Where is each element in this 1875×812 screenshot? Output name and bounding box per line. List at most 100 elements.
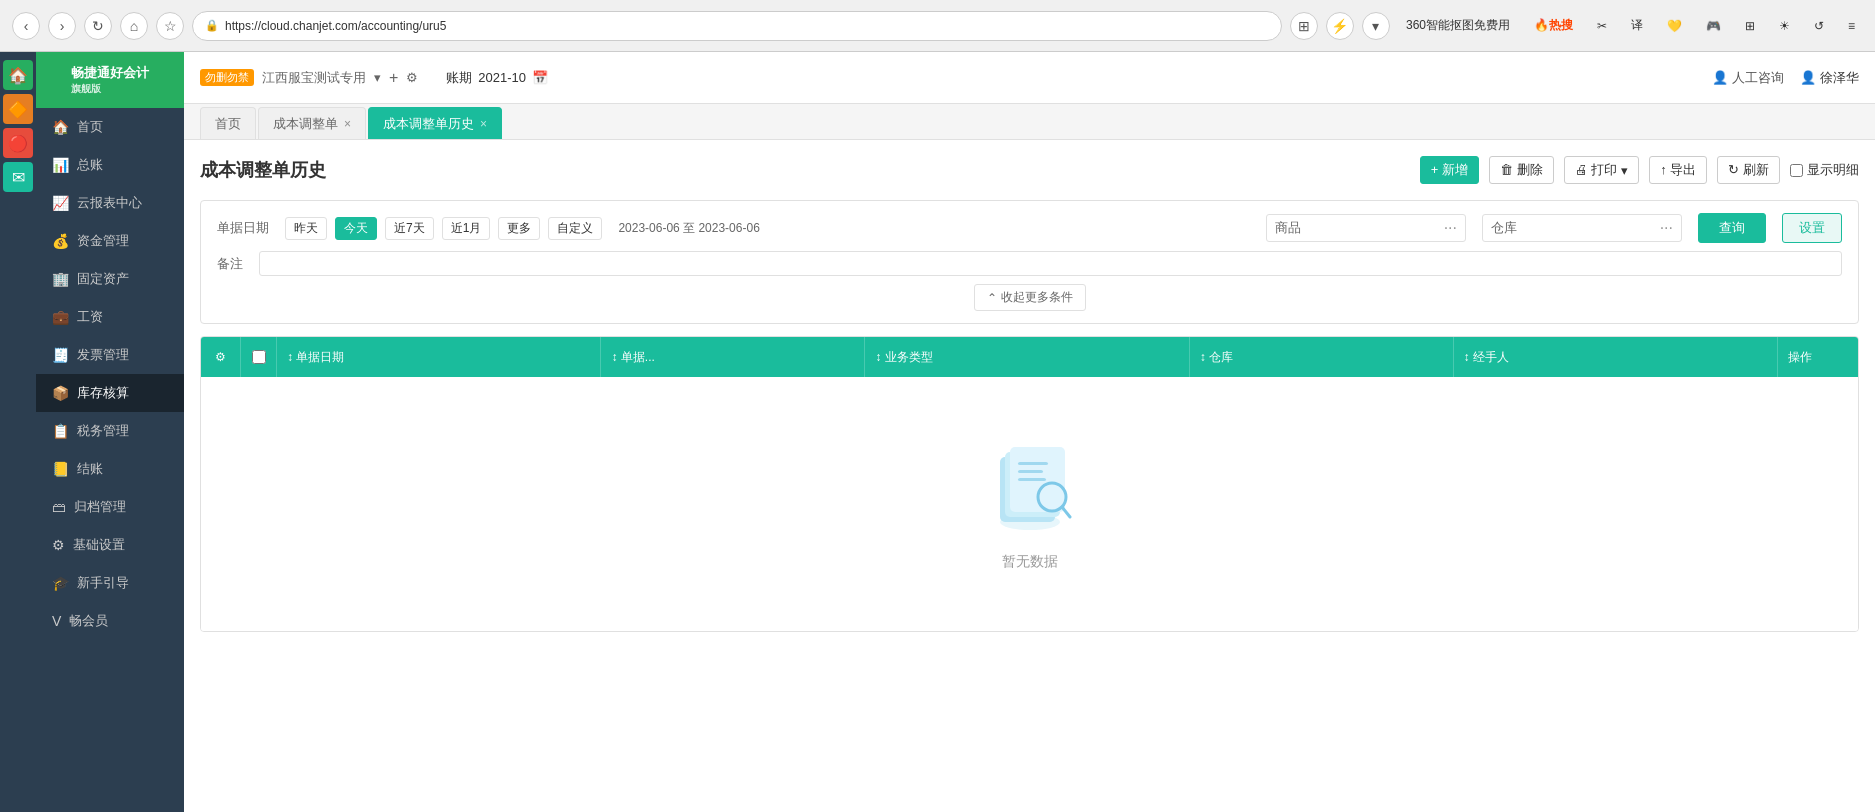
company-dropdown-icon[interactable]: ▾ — [374, 70, 381, 85]
sidebar-item-ledger[interactable]: 📊 总账 — [36, 146, 184, 184]
select-all-checkbox[interactable] — [252, 350, 266, 364]
address-bar[interactable]: 🔒 https://cloud.chanjet.com/accounting/u… — [192, 11, 1282, 41]
refresh-btn[interactable]: ↻ 刷新 — [1717, 156, 1780, 184]
empty-icon — [980, 437, 1080, 537]
sidebar-item-archive[interactable]: 🗃 归档管理 — [36, 488, 184, 526]
sidebar-item-invoice[interactable]: 🧾 发票管理 — [36, 336, 184, 374]
tab-cost-adjust[interactable]: 成本调整单 × — [258, 107, 366, 139]
sidebar-item-close[interactable]: 📒 结账 — [36, 450, 184, 488]
calendar-icon[interactable]: 📅 — [532, 70, 548, 85]
product-more-icon: ··· — [1444, 219, 1457, 237]
th-voucher-label: ↕ 单据... — [611, 349, 654, 366]
sidebar-item-reports[interactable]: 📈 云报表中心 — [36, 184, 184, 222]
th-date[interactable]: ↕ 单据日期 — [277, 337, 601, 377]
brightness-tool[interactable]: ☀ — [1771, 17, 1798, 35]
th-checkbox[interactable] — [241, 337, 277, 377]
forward-button[interactable]: › — [48, 12, 76, 40]
filter-settings-btn[interactable]: 设置 — [1782, 213, 1842, 243]
rail-icon-orange[interactable]: 🔶 — [3, 94, 33, 124]
product-filter[interactable]: 商品 ··· — [1266, 214, 1466, 242]
delete-btn[interactable]: 🗑 删除 — [1489, 156, 1554, 184]
display-checkbox[interactable] — [1790, 164, 1803, 177]
sidebar-item-vip[interactable]: V 畅会员 — [36, 602, 184, 640]
lightning-button[interactable]: ⚡ — [1326, 12, 1354, 40]
scissors-tool[interactable]: ✂ — [1589, 17, 1615, 35]
rail-icon-green[interactable]: ✉ — [3, 162, 33, 192]
rail-icon-red[interactable]: 🔴 — [3, 128, 33, 158]
date-btn-7days[interactable]: 近7天 — [385, 217, 434, 240]
empty-state: 暂无数据 — [201, 377, 1858, 631]
print-dropdown-icon[interactable]: ▾ — [1621, 163, 1628, 178]
table-container: ⚙ ↕ 单据日期 ↕ 单据... ↕ 业务类型 ↕ 仓库 — [200, 336, 1859, 632]
th-warehouse[interactable]: ↕ 仓库 — [1190, 337, 1454, 377]
apps-tool[interactable]: ⊞ — [1737, 17, 1763, 35]
collapse-label: 收起更多条件 — [1001, 289, 1073, 306]
capital-icon: 💰 — [52, 233, 69, 249]
th-settings[interactable]: ⚙ — [201, 337, 241, 377]
export-btn[interactable]: ↑ 导出 — [1649, 156, 1707, 184]
more-button[interactable]: ▾ — [1362, 12, 1390, 40]
th-biz-type[interactable]: ↕ 业务类型 — [865, 337, 1189, 377]
user-name: 徐泽华 — [1820, 69, 1859, 87]
salary-icon: 💼 — [52, 309, 69, 325]
new-btn[interactable]: + 新增 — [1420, 156, 1479, 184]
menu-tool[interactable]: ≡ — [1840, 17, 1863, 35]
filter-settings-label: 设置 — [1799, 219, 1825, 237]
user-profile-btn[interactable]: 👤 徐泽华 — [1800, 69, 1859, 87]
query-btn[interactable]: 查询 — [1698, 213, 1766, 243]
new-btn-label: + 新增 — [1431, 161, 1468, 179]
product-filter-label: 商品 — [1275, 219, 1301, 237]
period-info: 账期 2021-10 📅 — [446, 69, 548, 87]
logo-text: 畅捷通好会计 — [71, 64, 149, 82]
star-button[interactable]: ☆ — [156, 12, 184, 40]
sidebar-item-home[interactable]: 🏠 首页 — [36, 108, 184, 146]
company-settings-icon[interactable]: ⚙ — [406, 70, 418, 85]
browser-bar: ‹ › ↻ ⌂ ☆ 🔒 https://cloud.chanjet.com/ac… — [0, 0, 1875, 52]
date-btn-today[interactable]: 今天 — [335, 217, 377, 240]
translate-tool[interactable]: 译 — [1623, 15, 1651, 36]
undo-tool[interactable]: ↺ — [1806, 17, 1832, 35]
print-btn[interactable]: 🖨 打印 ▾ — [1564, 156, 1640, 184]
sidebar-label-assets: 固定资产 — [77, 270, 129, 288]
collapse-btn[interactable]: ⌃ 收起更多条件 — [974, 284, 1086, 311]
note-input[interactable] — [259, 251, 1842, 276]
search-tool[interactable]: 360智能抠图免费用 — [1398, 15, 1518, 36]
tab-cost-adjust-close[interactable]: × — [344, 117, 351, 131]
th-voucher[interactable]: ↕ 单据... — [601, 337, 865, 377]
inventory-icon: 📦 — [52, 385, 69, 401]
invoice-icon: 🧾 — [52, 347, 69, 363]
sidebar-item-salary[interactable]: 💼 工资 — [36, 298, 184, 336]
rail-icon-home[interactable]: 🏠 — [3, 60, 33, 90]
top-bar: 勿删勿禁 江西服宝测试专用 ▾ + ⚙ 账期 2021-10 📅 👤 人工咨询 … — [184, 52, 1875, 104]
print-btn-label: 🖨 打印 — [1575, 161, 1618, 179]
sidebar-item-settings[interactable]: ⚙ 基础设置 — [36, 526, 184, 564]
app-container: 🏠 🔶 🔴 ✉ 畅捷通好会计 旗舰版 🏠 首页 📊 总账 📈 云报表中心 💰 资… — [0, 52, 1875, 812]
game-tool[interactable]: 🎮 — [1698, 17, 1729, 35]
date-btn-custom[interactable]: 自定义 — [548, 217, 602, 240]
sidebar-item-assets[interactable]: 🏢 固定资产 — [36, 260, 184, 298]
grid-button[interactable]: ⊞ — [1290, 12, 1318, 40]
warehouse-filter[interactable]: 仓库 ··· — [1482, 214, 1682, 242]
sidebar-item-capital[interactable]: 💰 资金管理 — [36, 222, 184, 260]
sidebar-item-tax[interactable]: 📋 税务管理 — [36, 412, 184, 450]
back-button[interactable]: ‹ — [12, 12, 40, 40]
home-button[interactable]: ⌂ — [120, 12, 148, 40]
reports-icon: 📈 — [52, 195, 69, 211]
main-content: 勿删勿禁 江西服宝测试专用 ▾ + ⚙ 账期 2021-10 📅 👤 人工咨询 … — [184, 52, 1875, 812]
sidebar-item-inventory[interactable]: 📦 库存核算 — [36, 374, 184, 412]
consulting-btn[interactable]: 👤 人工咨询 — [1712, 69, 1784, 87]
date-btn-1month[interactable]: 近1月 — [442, 217, 491, 240]
date-btn-more[interactable]: 更多 — [498, 217, 540, 240]
wallet-tool[interactable]: 💛 — [1659, 17, 1690, 35]
tab-cost-history[interactable]: 成本调整单历史 × — [368, 107, 502, 139]
hot-search[interactable]: 🔥热搜 — [1526, 15, 1581, 36]
icon-rail: 🏠 🔶 🔴 ✉ — [0, 52, 36, 812]
refresh-button[interactable]: ↻ — [84, 12, 112, 40]
tab-cost-history-close[interactable]: × — [480, 117, 487, 131]
add-company-btn[interactable]: + — [389, 69, 398, 87]
date-btn-yesterday[interactable]: 昨天 — [285, 217, 327, 240]
tab-home[interactable]: 首页 — [200, 107, 256, 139]
sidebar-item-guide[interactable]: 🎓 新手引导 — [36, 564, 184, 602]
settings-icon: ⚙ — [52, 537, 65, 553]
th-operator[interactable]: ↕ 经手人 — [1454, 337, 1778, 377]
